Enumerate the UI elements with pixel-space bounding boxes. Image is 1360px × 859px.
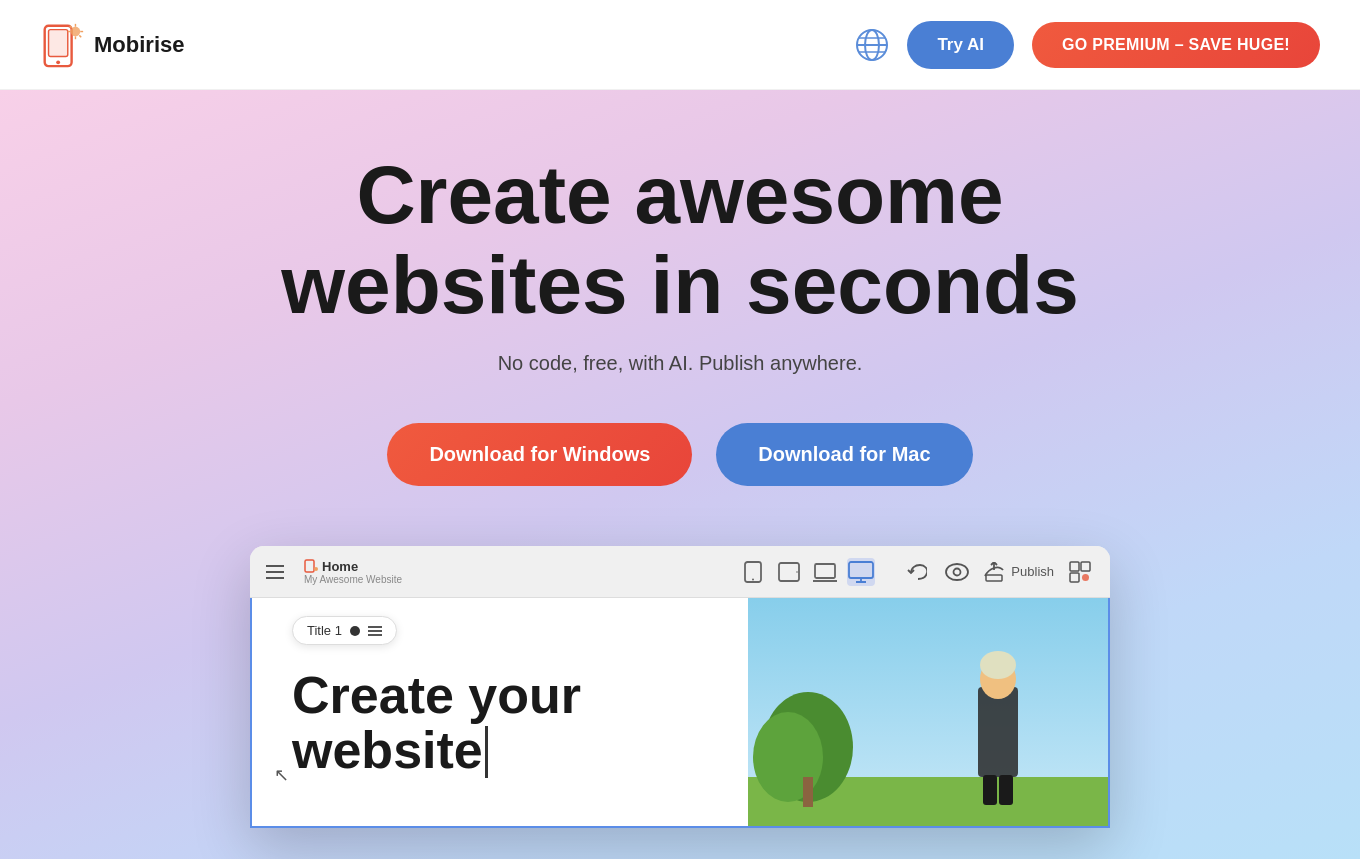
premium-button[interactable]: GO PREMIUM – SAVE HUGE! xyxy=(1032,22,1320,68)
svg-point-18 xyxy=(752,578,754,580)
try-ai-button[interactable]: Try AI xyxy=(907,21,1014,69)
navbar-left: Mobirise xyxy=(40,20,184,70)
svg-point-26 xyxy=(946,564,968,580)
svg-rect-29 xyxy=(986,575,1002,581)
device-desktop[interactable] xyxy=(847,558,875,586)
svg-point-27 xyxy=(954,568,961,575)
svg-point-2 xyxy=(56,60,60,64)
svg-rect-23 xyxy=(849,562,873,578)
svg-point-48 xyxy=(980,651,1016,679)
publish-icon xyxy=(983,562,1005,582)
publish-label: Publish xyxy=(1011,564,1054,579)
app-heading: Create your website xyxy=(292,668,708,777)
navbar-right: Try AI GO PREMIUM – SAVE HUGE! xyxy=(855,21,1320,69)
hero-buttons: Download for Windows Download for Mac xyxy=(387,423,972,486)
tablet-icon xyxy=(778,562,800,582)
app-preview: Home My Awesome Website xyxy=(250,546,1110,828)
svg-rect-46 xyxy=(978,687,1018,777)
more-options-button[interactable] xyxy=(1066,558,1094,586)
svg-rect-45 xyxy=(803,777,813,807)
svg-rect-19 xyxy=(779,563,799,581)
download-windows-button[interactable]: Download for Windows xyxy=(387,423,692,486)
phone-icon xyxy=(744,561,762,583)
svg-point-33 xyxy=(1082,574,1089,581)
app-content: Title 1 ↖ Create your website xyxy=(250,598,1110,828)
badge-dot xyxy=(350,626,360,636)
desktop-icon xyxy=(848,561,874,583)
app-content-right xyxy=(748,598,1108,826)
hero-image xyxy=(748,598,1108,826)
cursor-pointer: ↖ xyxy=(274,764,289,786)
device-phone[interactable] xyxy=(739,558,767,586)
svg-rect-15 xyxy=(305,560,314,572)
svg-point-20 xyxy=(797,571,799,573)
device-tablet[interactable] xyxy=(775,558,803,586)
svg-rect-21 xyxy=(815,564,835,578)
svg-rect-31 xyxy=(1081,562,1090,571)
background-illustration xyxy=(748,598,1108,826)
options-icon xyxy=(1069,561,1091,583)
svg-rect-1 xyxy=(49,29,68,56)
title-badge[interactable]: Title 1 xyxy=(292,616,397,645)
toolbar-actions: Publish xyxy=(903,558,1094,586)
app-toolbar: Home My Awesome Website xyxy=(250,546,1110,598)
svg-rect-32 xyxy=(1070,573,1079,582)
text-cursor xyxy=(485,726,488,778)
hero-section: Create awesome websites in seconds No co… xyxy=(0,90,1360,859)
svg-rect-30 xyxy=(1070,562,1079,571)
page-subtitle: My Awesome Website xyxy=(304,574,402,585)
page-title: Home xyxy=(304,559,402,574)
eye-icon xyxy=(945,563,969,581)
lines-icon xyxy=(368,626,382,636)
download-mac-button[interactable]: Download for Mac xyxy=(716,423,972,486)
publish-button[interactable]: Publish xyxy=(983,562,1054,582)
logo-icon xyxy=(40,20,84,70)
preview-button[interactable] xyxy=(943,558,971,586)
laptop-icon xyxy=(813,562,837,582)
app-content-left: Title 1 ↖ Create your website xyxy=(252,598,748,826)
undo-icon xyxy=(907,563,927,581)
device-laptop[interactable] xyxy=(811,558,839,586)
globe-icon xyxy=(855,28,889,62)
svg-point-16 xyxy=(314,567,318,571)
navbar: Mobirise Try AI GO PREMIUM – SAVE HUGE! xyxy=(0,0,1360,90)
title-badge-label: Title 1 xyxy=(307,623,342,638)
page-icon xyxy=(304,559,318,573)
language-button[interactable] xyxy=(855,28,889,62)
hamburger-menu[interactable] xyxy=(266,565,284,579)
hero-subtitle: No code, free, with AI. Publish anywhere… xyxy=(498,352,863,375)
svg-point-3 xyxy=(71,26,81,36)
brand-name: Mobirise xyxy=(94,32,184,58)
undo-button[interactable] xyxy=(903,558,931,586)
svg-rect-49 xyxy=(983,775,997,805)
device-switcher xyxy=(739,558,875,586)
page-info: Home My Awesome Website xyxy=(304,559,402,585)
hero-title: Create awesome websites in seconds xyxy=(190,150,1170,330)
svg-rect-50 xyxy=(999,775,1013,805)
svg-line-9 xyxy=(79,35,81,37)
